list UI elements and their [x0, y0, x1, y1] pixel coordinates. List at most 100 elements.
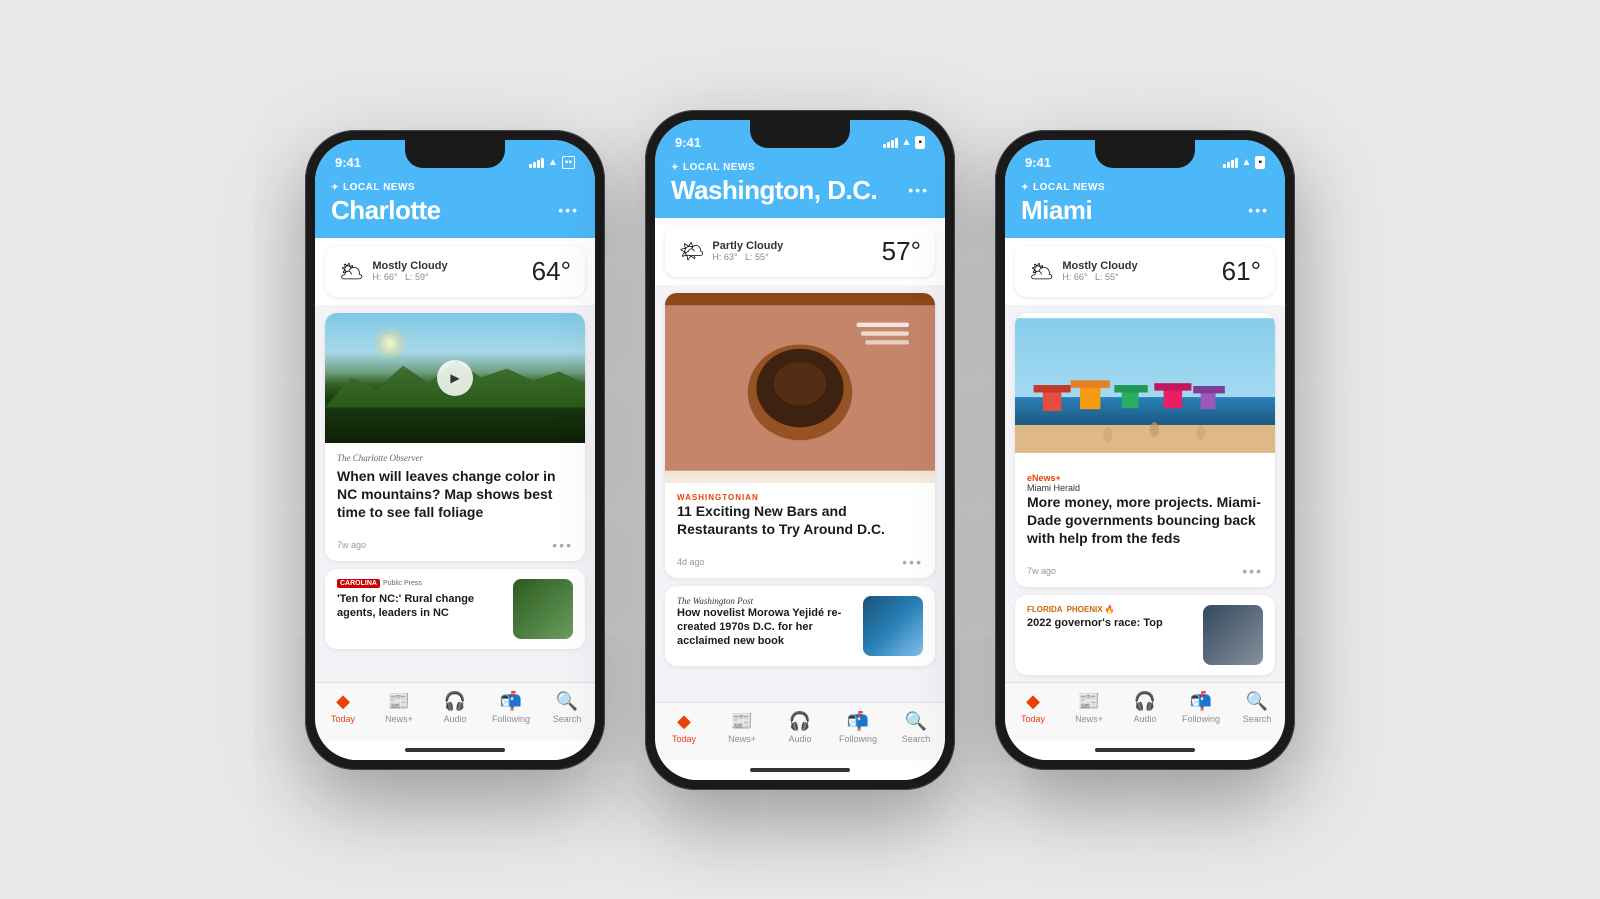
- home-bar-charlotte: [405, 748, 505, 752]
- tab-audio-charlotte[interactable]: 🎧 Audio: [427, 691, 483, 724]
- tab-search-label: Search: [553, 714, 582, 724]
- tab-newsplus-label-wa: News+: [728, 734, 756, 744]
- tab-search-charlotte[interactable]: 🔍 Search: [539, 691, 595, 724]
- tab-today-miami[interactable]: ◆ Today: [1005, 691, 1061, 724]
- headline-washington: 11 Exciting New Bars and Restaurants to …: [677, 502, 923, 538]
- tab-search-miami[interactable]: 🔍 Search: [1229, 691, 1285, 724]
- signal-icon-wa: [883, 138, 898, 148]
- tab-bar-miami: ◆ Today 📰 News+ 🎧 Audio 📬 Following 🔍: [1005, 682, 1285, 740]
- news-card-charlotte-main[interactable]: ▶ The Charlotte Observer When will leave…: [325, 313, 585, 562]
- battery-icon-mi: ▪: [1255, 156, 1265, 169]
- tab-today-washington[interactable]: ◆ Today: [655, 711, 713, 744]
- scroll-miami[interactable]: eNews+ Miami Herald More money, more pro…: [1005, 305, 1285, 682]
- tab-newsplus-label-mi: News+: [1075, 714, 1103, 724]
- timestamp-charlotte: 7w ago: [337, 540, 366, 550]
- play-button-charlotte[interactable]: ▶: [437, 360, 473, 396]
- tab-today-label-mi: Today: [1021, 714, 1045, 724]
- local-news-label-miami: ✦ LOCAL NEWS: [1021, 182, 1269, 193]
- phone-charlotte: 9:41 ▲ ▪▪ ✦ LOCAL NEWS: [305, 130, 605, 770]
- sun-glow: [375, 328, 405, 358]
- notch-charlotte: [405, 140, 505, 168]
- dots-charlotte[interactable]: •••: [552, 537, 573, 553]
- weather-miami[interactable]: 🌥 Mostly Cloudy H: 66° L: 55° 61°: [1015, 246, 1275, 297]
- miami-beach-svg: [1015, 313, 1275, 458]
- screen-washington: 9:41 ▲ ▪ ✦ LOCAL NEWS: [655, 120, 945, 780]
- tab-newsplus-miami[interactable]: 📰 News+: [1061, 691, 1117, 724]
- tab-search-icon-wa: 🔍: [905, 711, 927, 732]
- timestamp-miami: 7w ago: [1027, 566, 1056, 576]
- tab-following-charlotte[interactable]: 📬 Following: [483, 691, 539, 724]
- scroll-charlotte[interactable]: ▶ The Charlotte Observer When will leave…: [315, 305, 595, 682]
- weather-info-charlotte: Mostly Cloudy H: 66° L: 59°: [372, 260, 447, 282]
- header-charlotte: ✦ LOCAL NEWS Charlotte •••: [315, 178, 595, 238]
- weather-washington[interactable]: 🌤 Partly Cloudy H: 63° L: 55° 57°: [665, 226, 935, 277]
- status-icons-charlotte: ▲ ▪▪: [529, 156, 575, 169]
- more-menu-miami[interactable]: •••: [1248, 202, 1269, 218]
- tab-search-icon: 🔍: [556, 691, 578, 712]
- weather-icon-miami: 🌥: [1029, 259, 1054, 284]
- weather-range-charlotte: H: 66° L: 59°: [372, 272, 447, 282]
- thumb-washington: [863, 596, 923, 656]
- phoenix-text: PHOENIX 🔥: [1067, 605, 1115, 614]
- tab-following-icon-mi: 📬: [1190, 691, 1212, 712]
- weather-condition-miami: Mostly Cloudy: [1062, 260, 1137, 272]
- screen-charlotte: 9:41 ▲ ▪▪ ✦ LOCAL NEWS: [315, 140, 595, 760]
- news-flag-icon: ✦: [331, 182, 339, 193]
- tab-newsplus-charlotte[interactable]: 📰 News+: [371, 691, 427, 724]
- tab-search-label-mi: Search: [1243, 714, 1272, 724]
- small-card-text-miami: FLORIDA PHOENIX 🔥 2022 governor's race: …: [1027, 605, 1193, 665]
- notch-miami: [1095, 140, 1195, 168]
- tab-audio-washington[interactable]: 🎧 Audio: [771, 711, 829, 744]
- tab-audio-miami[interactable]: 🎧 Audio: [1117, 691, 1173, 724]
- city-name-charlotte: Charlotte: [331, 195, 441, 226]
- tab-following-washington[interactable]: 📬 Following: [829, 711, 887, 744]
- dots-washington[interactable]: •••: [902, 554, 923, 570]
- news-meta-charlotte: 7w ago •••: [325, 537, 585, 561]
- news-card-miami-small[interactable]: FLORIDA PHOENIX 🔥 2022 governor's race: …: [1015, 595, 1275, 675]
- more-menu-charlotte[interactable]: •••: [558, 202, 579, 218]
- battery-icon: ▪▪: [562, 156, 575, 169]
- header-row-miami: ✦ LOCAL NEWS Miami •••: [1021, 182, 1269, 226]
- phone-miami: 9:41 ▲ ▪ ✦ LOCAL NEWS: [995, 130, 1295, 770]
- more-menu-washington[interactable]: •••: [908, 182, 929, 198]
- phone-washington: 9:41 ▲ ▪ ✦ LOCAL NEWS: [645, 110, 955, 790]
- header-row-charlotte: ✦ LOCAL NEWS Charlotte •••: [331, 182, 579, 226]
- tab-search-washington[interactable]: 🔍 Search: [887, 711, 945, 744]
- tab-audio-icon: 🎧: [444, 691, 466, 712]
- local-news-label-washington: ✦ LOCAL NEWS: [671, 162, 929, 173]
- tab-following-label-wa: Following: [839, 734, 877, 744]
- city-name-miami: Miami: [1021, 195, 1092, 226]
- news-card-washington-main[interactable]: WASHINGTONIAN 11 Exciting New Bars and R…: [665, 293, 935, 578]
- news-card-washington-small[interactable]: The Washington Post How novelist Morowa …: [665, 586, 935, 666]
- tab-search-label-wa: Search: [902, 734, 931, 744]
- screen-miami: 9:41 ▲ ▪ ✦ LOCAL NEWS: [1005, 140, 1285, 760]
- weather-charlotte[interactable]: 🌥 Mostly Cloudy H: 66° L: 59° 64°: [325, 246, 585, 297]
- weather-condition-charlotte: Mostly Cloudy: [372, 260, 447, 272]
- weather-temp-charlotte: 64°: [532, 256, 571, 287]
- tab-today-label: Today: [331, 714, 355, 724]
- phones-container: 9:41 ▲ ▪▪ ✦ LOCAL NEWS: [305, 110, 1295, 790]
- tab-newsplus-washington[interactable]: 📰 News+: [713, 711, 771, 744]
- dots-miami[interactable]: •••: [1242, 563, 1263, 579]
- scroll-washington[interactable]: WASHINGTONIAN 11 Exciting New Bars and R…: [655, 285, 945, 702]
- tab-newsplus-icon: 📰: [388, 691, 410, 712]
- weather-icon-charlotte: 🌥: [339, 259, 364, 284]
- news-body-miami: eNews+ Miami Herald More money, more pro…: [1015, 463, 1275, 564]
- tab-bar-washington: ◆ Today 📰 News+ 🎧 Audio 📬 Following 🔍: [655, 702, 945, 760]
- tab-following-miami[interactable]: 📬 Following: [1173, 691, 1229, 724]
- tab-audio-icon-mi: 🎧: [1134, 691, 1156, 712]
- small-card-text-washington: The Washington Post How novelist Morowa …: [677, 596, 853, 656]
- status-icons-washington: ▲ ▪: [883, 136, 925, 149]
- local-news-label-charlotte: ✦ LOCAL NEWS: [331, 182, 579, 193]
- wifi-icon: ▲: [548, 157, 558, 168]
- home-indicator-washington: [655, 760, 945, 780]
- weather-info-miami: Mostly Cloudy H: 66° L: 55°: [1062, 260, 1137, 282]
- publication-wapo: The Washington Post: [677, 596, 853, 606]
- news-card-miami-main[interactable]: eNews+ Miami Herald More money, more pro…: [1015, 313, 1275, 588]
- florida-text: FLORIDA: [1027, 605, 1063, 614]
- news-card-charlotte-small[interactable]: CAROLINA Public Press 'Ten for NC:' Rura…: [325, 569, 585, 649]
- tab-today-label-wa: Today: [672, 734, 696, 744]
- thumb-img-washington: [863, 596, 923, 656]
- tab-today-charlotte[interactable]: ◆ Today: [315, 691, 371, 724]
- weather-condition-washington: Partly Cloudy: [712, 240, 783, 252]
